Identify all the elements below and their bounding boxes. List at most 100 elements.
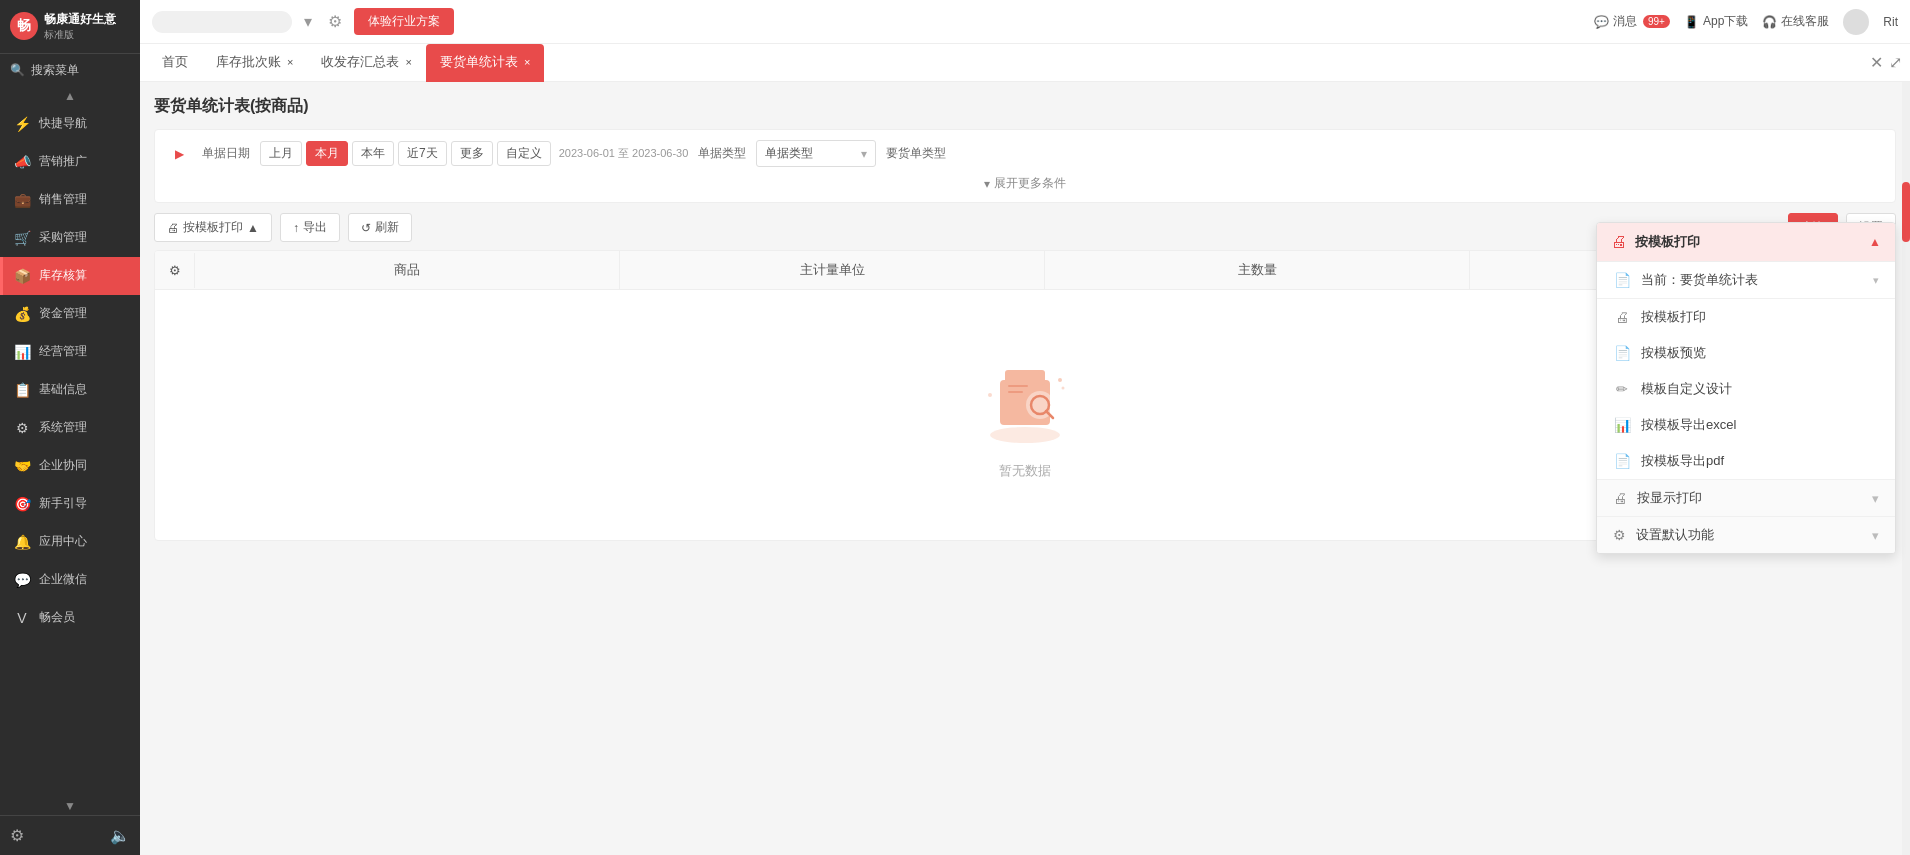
dropdown-current-template[interactable]: 📄 当前：要货单统计表 ▾ [1597, 262, 1895, 298]
sidebar-item-shortcut[interactable]: ⚡ 快捷导航 [0, 105, 140, 143]
trial-btn[interactable]: 体验行业方案 [354, 8, 454, 35]
content-area: 要货单统计表(按商品) ▶ 单据日期 上月 本月 本年 近7天 更多 自定义 2… [140, 82, 1910, 855]
type-filter-label: 单据类型 [698, 145, 746, 162]
export-excel-icon: 📊 [1613, 417, 1631, 433]
sidebar-logo: 畅 畅康通好生意 标准版 [0, 0, 140, 54]
table-col-goods: 商品 [195, 251, 620, 289]
sidebar-item-newbie[interactable]: 🎯 新手引导 [0, 485, 140, 523]
sidebar-scroll-up[interactable]: ▲ [0, 87, 140, 105]
date-btn-current-year[interactable]: 本年 [352, 141, 394, 166]
newbie-icon: 🎯 [13, 495, 31, 513]
avatar[interactable] [1843, 9, 1869, 35]
topbar-gear-icon[interactable]: ⚙ [328, 12, 342, 31]
sidebar-item-sales[interactable]: 💼 销售管理 [0, 181, 140, 219]
expand-more-icon: ▾ [984, 177, 990, 191]
tab-inventory-batch[interactable]: 库存批次账 × [202, 44, 307, 82]
sidebar-item-operation[interactable]: 📊 经营管理 [0, 333, 140, 371]
page-title: 要货单统计表(按商品) [154, 96, 1896, 117]
topbar-dropdown-btn[interactable]: ▾ [300, 10, 316, 33]
date-btn-current-month[interactable]: 本月 [306, 141, 348, 166]
wechat-icon: 💬 [13, 571, 31, 589]
date-range-display: 2023-06-01 至 2023-06-30 [559, 146, 689, 161]
tab-home[interactable]: 首页 [148, 44, 202, 82]
footer-audio-icon[interactable]: 🔈 [110, 826, 130, 845]
table-col-unit: 主计量单位 [620, 251, 1045, 289]
operation-icon: 📊 [13, 343, 31, 361]
tabbar: 首页 库存批次账 × 收发存汇总表 × 要货单统计表 × ✕ ⤢ [140, 44, 1910, 82]
refresh-icon: ↺ [361, 221, 371, 235]
app-download-btn[interactable]: 📱 App下载 [1684, 13, 1748, 30]
tab-order-stats-close[interactable]: × [524, 56, 530, 68]
main-area: ▾ ⚙ 体验行业方案 💬 消息 99+ 📱 App下载 🎧 在线客服 Rit 首… [140, 0, 1910, 855]
dropdown-export-excel[interactable]: 📊 按模板导出excel [1597, 407, 1895, 443]
date-filter-group: 上月 本月 本年 近7天 更多 自定义 2023-06-01 至 2023-06… [260, 141, 688, 166]
logo-text: 畅康通好生意 标准版 [44, 12, 116, 41]
filter-bar: ▶ 单据日期 上月 本月 本年 近7天 更多 自定义 2023-06-01 至 … [154, 129, 1896, 203]
right-scrollbar[interactable] [1902, 82, 1910, 855]
sidebar-item-appstore[interactable]: 🔔 应用中心 [0, 523, 140, 561]
date-btn-more[interactable]: 更多 [451, 141, 493, 166]
table-col-quantity: 主数量 [1045, 251, 1470, 289]
sidebar-item-basic[interactable]: 📋 基础信息 [0, 371, 140, 409]
filter-expand-more: ▾ 展开更多条件 [167, 175, 1883, 192]
sidebar-item-wechat[interactable]: 💬 企业微信 [0, 561, 140, 599]
scrollbar-thumb [1902, 182, 1910, 242]
dropdown-set-default[interactable]: ⚙ 设置默认功能 ▾ [1597, 517, 1895, 553]
svg-point-8 [1058, 378, 1062, 382]
type-filter-chevron: ▾ [861, 147, 867, 161]
table-col-settings[interactable]: ⚙ [155, 253, 195, 288]
sidebar-item-inventory[interactable]: 📦 库存核算 [0, 257, 140, 295]
current-template-chevron: ▾ [1873, 274, 1879, 287]
date-btn-custom[interactable]: 自定义 [497, 141, 551, 166]
tab-inventory-batch-close[interactable]: × [287, 56, 293, 68]
sidebar-item-marketing[interactable]: 📣 营销推广 [0, 143, 140, 181]
dropdown-header-chevron[interactable]: ▲ [1869, 235, 1881, 249]
tabbar-close-btn[interactable]: ✕ [1870, 53, 1883, 72]
dropdown-template-design[interactable]: ✏ 模板自定义设计 [1597, 371, 1895, 407]
sidebar-item-finance[interactable]: 💰 资金管理 [0, 295, 140, 333]
refresh-btn[interactable]: ↺ 刷新 [348, 213, 412, 242]
dropdown-template-preview[interactable]: 📄 按模板预览 [1597, 335, 1895, 371]
goods-type-label: 要货单类型 [886, 145, 946, 162]
svg-point-10 [988, 393, 992, 397]
date-btn-7days[interactable]: 近7天 [398, 141, 447, 166]
messages-btn[interactable]: 💬 消息 99+ [1594, 13, 1670, 30]
filter-expand-arrow: ▶ [175, 147, 184, 161]
sidebar-item-purchase[interactable]: 🛒 采购管理 [0, 219, 140, 257]
sidebar-item-system[interactable]: ⚙ 系统管理 [0, 409, 140, 447]
shortcut-icon: ⚡ [13, 115, 31, 133]
display-print-icon: 🖨 [1613, 490, 1627, 506]
date-filter-label: 单据日期 [202, 145, 250, 162]
tabbar-expand-btn[interactable]: ⤢ [1889, 53, 1902, 72]
dropdown-export-pdf[interactable]: 📄 按模板导出pdf [1597, 443, 1895, 479]
expand-more-btn[interactable]: ▾ 展开更多条件 [984, 175, 1066, 192]
tab-order-stats[interactable]: 要货单统计表 × [426, 44, 544, 82]
headset-icon: 🎧 [1762, 15, 1777, 29]
sidebar-search[interactable]: 🔍 搜索菜单 [0, 54, 140, 87]
type-filter-select[interactable]: 单据类型 ▾ [756, 140, 876, 167]
tabbar-right: ✕ ⤢ [1870, 53, 1902, 72]
username: Rit [1883, 15, 1898, 29]
export-btn[interactable]: ↑ 导出 [280, 213, 340, 242]
filter-expand-icon-btn[interactable]: ▶ [167, 143, 192, 165]
footer-settings-icon[interactable]: ⚙ [10, 826, 24, 845]
tab-receipt-summary-close[interactable]: × [405, 56, 411, 68]
tab-receipt-summary[interactable]: 收发存汇总表 × [307, 44, 425, 82]
dropdown-display-print[interactable]: 🖨 按显示打印 ▾ [1597, 480, 1895, 516]
basic-icon: 📋 [13, 381, 31, 399]
dropdown-section-display: 🖨 按显示打印 ▾ [1597, 479, 1895, 516]
system-icon: ⚙ [13, 419, 31, 437]
print-btn[interactable]: 🖨 按模板打印 ▲ [154, 213, 272, 242]
sidebar-scroll-down[interactable]: ▼ [0, 797, 140, 815]
dropdown-template-print[interactable]: 🖨 按模板打印 [1597, 299, 1895, 335]
topbar-search-input[interactable] [152, 11, 292, 33]
sidebar-item-enterprise[interactable]: 🤝 企业协同 [0, 447, 140, 485]
set-default-icon: ⚙ [1613, 527, 1626, 543]
customer-service-btn[interactable]: 🎧 在线客服 [1762, 13, 1829, 30]
dropdown-print-icon: 🖨 [1611, 233, 1627, 251]
search-icon: 🔍 [10, 63, 25, 77]
sidebar-item-member[interactable]: V 畅会员 [0, 599, 140, 637]
date-btn-prev-month[interactable]: 上月 [260, 141, 302, 166]
filter-row: ▶ 单据日期 上月 本月 本年 近7天 更多 自定义 2023-06-01 至 … [167, 140, 1883, 167]
print-icon: 🖨 [167, 221, 179, 235]
